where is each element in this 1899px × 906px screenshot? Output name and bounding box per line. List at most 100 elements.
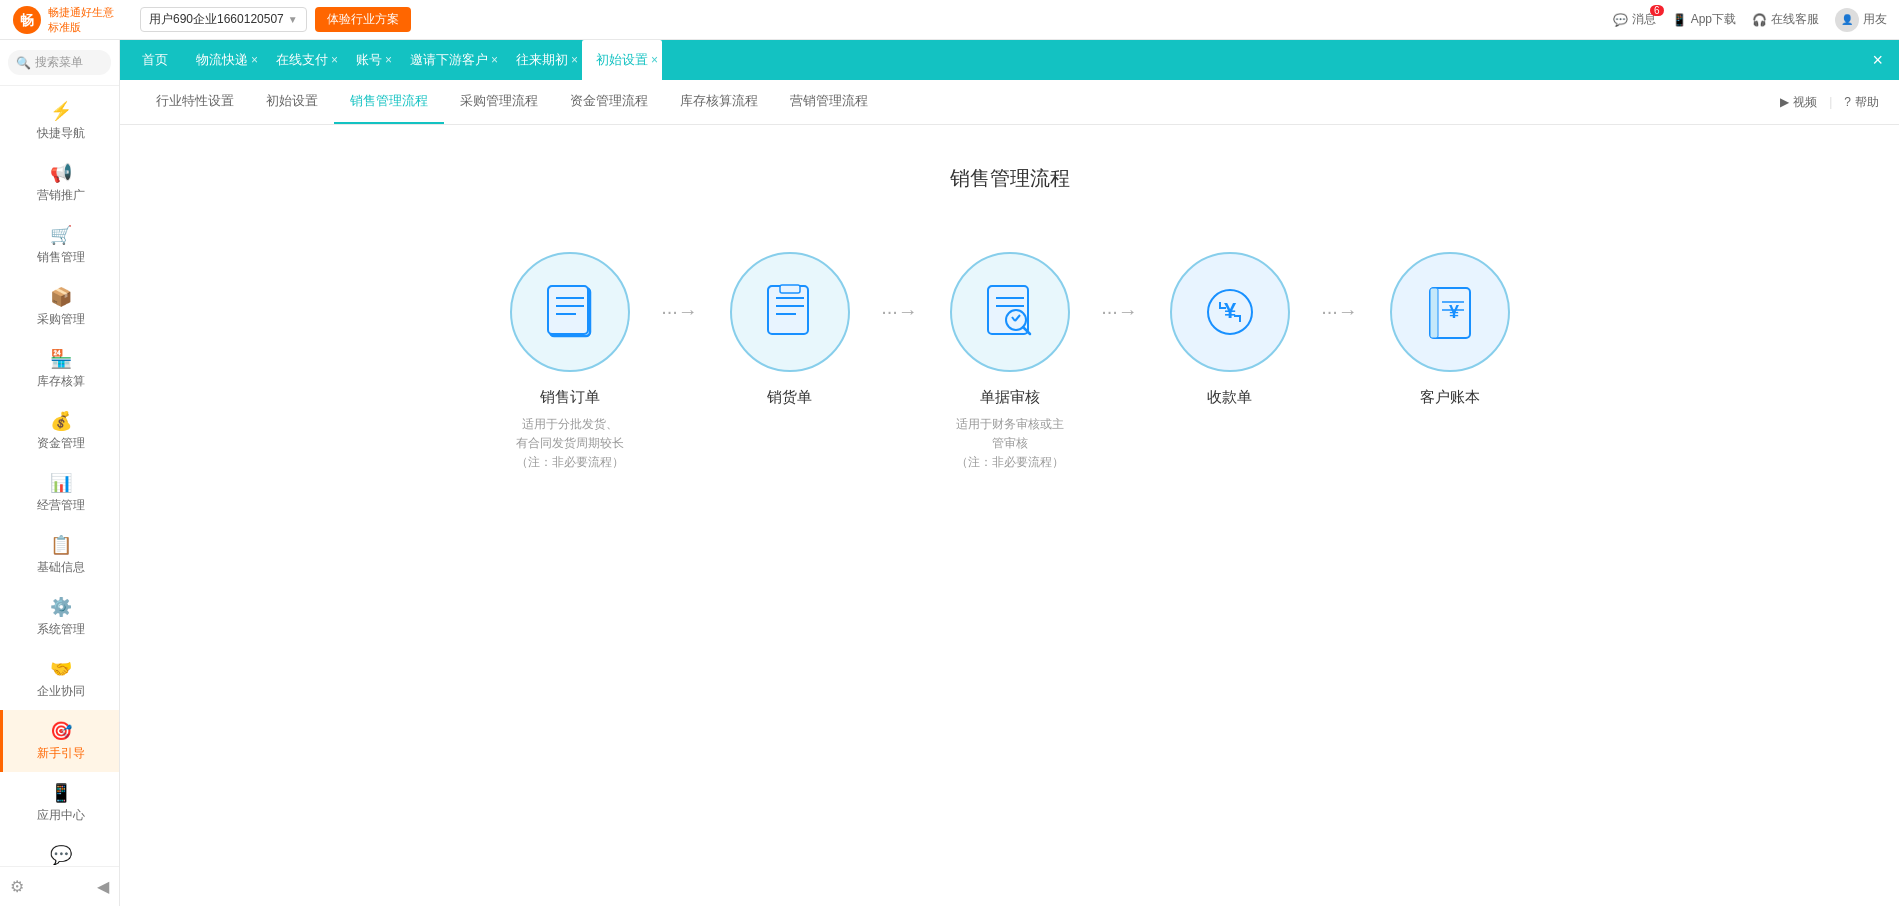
- flow-steps: 销售订单 适用于分批发货、 有合同发货周期较长 （注：非必要流程） ···→ 销…: [490, 252, 1530, 473]
- online-service-button[interactable]: 🎧 在线客服: [1752, 11, 1819, 28]
- app-download-button[interactable]: 📱 App下载: [1672, 11, 1736, 28]
- sidebar: 🔍 搜索菜单 ⚡ 快捷导航 📢 营销推广 🛒 销售管理 📦 采购管理 🏪 库存核…: [0, 40, 120, 906]
- sidebar-item-label: 营销推广: [37, 187, 85, 204]
- message-icon: 💬: [1613, 13, 1628, 27]
- flow-step-customer-ledger[interactable]: ¥ 客户账本: [1370, 252, 1530, 415]
- nav-tab-initial-setup[interactable]: 初始设置 ×: [582, 40, 662, 80]
- close-tab-icon[interactable]: ×: [331, 53, 338, 67]
- video-help-button[interactable]: ▶ 视频: [1780, 94, 1817, 111]
- app-center-icon: 📱: [50, 782, 72, 804]
- trial-button[interactable]: 体验行业方案: [315, 7, 411, 32]
- system-icon: ⚙️: [50, 596, 72, 618]
- nav-tab-account[interactable]: 账号 ×: [342, 40, 396, 80]
- flow-step-sales-order[interactable]: 销售订单 适用于分批发货、 有合同发货周期较长 （注：非必要流程）: [490, 252, 650, 473]
- step-name-customer-ledger: 客户账本: [1420, 388, 1480, 407]
- sidebar-bottom: ⚙ ◀: [0, 866, 119, 906]
- top-bar-left: 畅 畅捷通好生意 标准版 用户690企业1660120507 ▼ 体验行业方案: [12, 5, 411, 35]
- settings-bottom-icon[interactable]: ⚙: [10, 877, 24, 896]
- user-menu[interactable]: 👤 用友: [1835, 8, 1887, 32]
- logo-icon: 畅: [12, 5, 42, 35]
- subtab-purchase-flow[interactable]: 采购管理流程: [444, 80, 554, 124]
- sidebar-item-label: 应用中心: [37, 807, 85, 824]
- subtab-sales-flow[interactable]: 销售管理流程: [334, 80, 444, 124]
- svg-rect-14: [780, 285, 800, 293]
- basic-info-icon: 📋: [50, 534, 72, 556]
- flow-step-receipt[interactable]: ¥ 收款单: [1150, 252, 1310, 415]
- sidebar-item-label: 经营管理: [37, 497, 85, 514]
- subtab-initial-settings[interactable]: 初始设置: [250, 80, 334, 124]
- sidebar-item-enterprise-wechat[interactable]: 💬 企业微信: [0, 834, 119, 866]
- user-selector[interactable]: 用户690企业1660120507 ▼: [140, 7, 307, 32]
- close-tab-icon[interactable]: ×: [571, 53, 578, 67]
- close-all-tabs-button[interactable]: ×: [1864, 50, 1891, 71]
- nav-tab-home[interactable]: 首页: [128, 40, 182, 80]
- nav-tab-period-initial[interactable]: 往来期初 ×: [502, 40, 582, 80]
- message-button[interactable]: 💬 消息 6: [1613, 11, 1656, 28]
- sidebar-item-app-center[interactable]: 📱 应用中心: [0, 772, 119, 834]
- close-tab-icon[interactable]: ×: [651, 53, 658, 67]
- sidebar-item-newbie[interactable]: 🎯 新手引导: [0, 710, 119, 772]
- subtab-marketing-flow[interactable]: 营销管理流程: [774, 80, 884, 124]
- main-content: 行业特性设置 初始设置 销售管理流程 采购管理流程 资金管理流程 库存核算流程 …: [120, 80, 1899, 906]
- sidebar-item-label: 销售管理: [37, 249, 85, 266]
- inventory-icon: 🏪: [50, 348, 72, 370]
- sub-tabs: 行业特性设置 初始设置 销售管理流程 采购管理流程 资金管理流程 库存核算流程 …: [120, 80, 1899, 125]
- flow-title: 销售管理流程: [950, 165, 1070, 192]
- subtab-finance-flow[interactable]: 资金管理流程: [554, 80, 664, 124]
- sidebar-item-label: 新手引导: [37, 745, 85, 762]
- subtab-inventory-flow[interactable]: 库存核算流程: [664, 80, 774, 124]
- close-tab-icon[interactable]: ×: [385, 53, 392, 67]
- sidebar-item-enterprise-collab[interactable]: 🤝 企业协同: [0, 648, 119, 710]
- flow-step-sales-invoice[interactable]: 销货单: [710, 252, 870, 415]
- purchase-icon: 📦: [50, 286, 72, 308]
- step-name-sales-order: 销售订单: [540, 388, 600, 407]
- step-name-audit: 单据审核: [980, 388, 1040, 407]
- close-tab-icon[interactable]: ×: [491, 53, 498, 67]
- nav-tab-logistics[interactable]: 物流快递 ×: [182, 40, 262, 80]
- help-button[interactable]: ? 帮助: [1844, 94, 1879, 111]
- step-name-sales-invoice: 销货单: [767, 388, 812, 407]
- sidebar-item-marketing-promo[interactable]: 📢 营销推广: [0, 152, 119, 214]
- nav-tabs: 首页 物流快递 × 在线支付 × 账号 × 邀请下游客户 × 往来期初 × 初始…: [120, 40, 1899, 80]
- flow-arrow-1: ···→: [650, 300, 710, 323]
- flow-circle-audit: [950, 252, 1070, 372]
- subtab-industry-settings[interactable]: 行业特性设置: [140, 80, 250, 124]
- sidebar-item-purchase[interactable]: 📦 采购管理: [0, 276, 119, 338]
- user-avatar-icon: 👤: [1841, 14, 1853, 25]
- step-desc-sales-order: 适用于分批发货、 有合同发货周期较长 （注：非必要流程）: [516, 415, 624, 473]
- quick-nav-icon: ⚡: [50, 100, 72, 122]
- nav-tab-payment[interactable]: 在线支付 ×: [262, 40, 342, 80]
- enterprise-collab-icon: 🤝: [50, 658, 72, 680]
- sidebar-item-system[interactable]: ⚙️ 系统管理: [0, 586, 119, 648]
- sidebar-item-basic-info[interactable]: 📋 基础信息: [0, 524, 119, 586]
- flow-step-audit[interactable]: 单据审核 适用于财务审核或主 管审核 （注：非必要流程）: [930, 252, 1090, 473]
- marketing-promo-icon: 📢: [50, 162, 72, 184]
- sidebar-item-sales[interactable]: 🛒 销售管理: [0, 214, 119, 276]
- close-tab-icon[interactable]: ×: [251, 53, 258, 67]
- sidebar-items: ⚡ 快捷导航 📢 营销推广 🛒 销售管理 📦 采购管理 🏪 库存核算 💰 资金管…: [0, 86, 119, 866]
- sidebar-search-area[interactable]: 🔍 搜索菜单: [0, 40, 119, 86]
- svg-text:¥: ¥: [1448, 302, 1458, 322]
- top-bar-right: 💬 消息 6 📱 App下载 🎧 在线客服 👤 用友: [1613, 8, 1887, 32]
- flow-circle-sales-order: [510, 252, 630, 372]
- enterprise-wechat-icon: 💬: [50, 844, 72, 866]
- sidebar-item-label: 企业协同: [37, 683, 85, 700]
- user-selector-text: 用户690企业1660120507: [149, 11, 284, 28]
- nav-tab-invite-customers[interactable]: 邀请下游客户 ×: [396, 40, 502, 80]
- app-download-icon: 📱: [1672, 13, 1687, 27]
- sidebar-item-inventory[interactable]: 🏪 库存核算: [0, 338, 119, 400]
- sidebar-item-quick[interactable]: ⚡ 快捷导航: [0, 90, 119, 152]
- logo-text: 畅捷通好生意 标准版: [48, 5, 114, 34]
- collapse-sidebar-icon[interactable]: ◀: [97, 877, 109, 896]
- finance-icon: 💰: [50, 410, 72, 432]
- sales-order-icon: [540, 282, 600, 342]
- sidebar-item-finance[interactable]: 💰 资金管理: [0, 400, 119, 462]
- flow-arrow-3: ···→: [1090, 300, 1150, 323]
- search-menu-input[interactable]: 🔍 搜索菜单: [8, 50, 111, 75]
- help-icon: ?: [1844, 95, 1851, 109]
- flow-arrow-4: ···→: [1310, 300, 1370, 323]
- svg-rect-25: [1430, 288, 1438, 338]
- sidebar-item-operations[interactable]: 📊 经营管理: [0, 462, 119, 524]
- svg-text:畅: 畅: [20, 12, 34, 28]
- flow-circle-customer-ledger: ¥: [1390, 252, 1510, 372]
